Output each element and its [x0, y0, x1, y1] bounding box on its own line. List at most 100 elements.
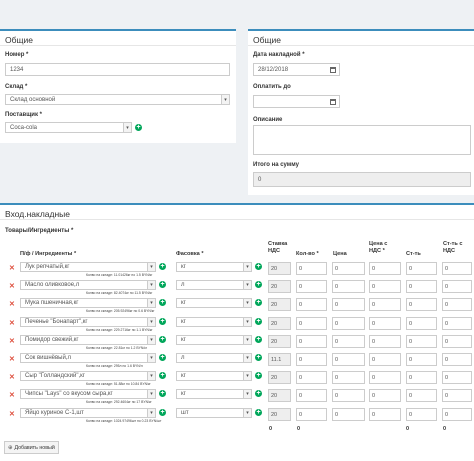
qty-input[interactable]: 0 [296, 280, 327, 293]
package-select[interactable]: кг ▾ [176, 262, 252, 272]
product-select[interactable]: Мука пшеничная,кг ▾ [20, 298, 156, 308]
qty-input[interactable]: 0 [296, 389, 327, 402]
cost-vat-input[interactable]: 0 [442, 353, 472, 366]
cost-input[interactable]: 0 [406, 408, 437, 421]
product-select[interactable]: Печенье "Бонапарт",кг ▾ [20, 317, 156, 327]
cost-vat-input[interactable]: 0 [442, 317, 472, 330]
product-select[interactable]: Яйцо куриное С-1,шт ▾ [20, 408, 156, 418]
add-package-icon[interactable]: + [255, 299, 262, 306]
qty-input[interactable]: 0 [296, 353, 327, 366]
remove-row-icon[interactable]: ✕ [9, 301, 15, 308]
add-package-icon[interactable]: + [255, 263, 262, 270]
price-vat-input[interactable]: 0 [369, 353, 401, 366]
number-input[interactable]: 1234 [5, 63, 230, 76]
cost-input[interactable]: 0 [406, 335, 437, 348]
cost-input[interactable]: 0 [406, 353, 437, 366]
cost-input[interactable]: 0 [406, 280, 437, 293]
price-vat-input[interactable]: 0 [369, 298, 401, 311]
remove-row-icon[interactable]: ✕ [9, 411, 15, 418]
qty-input[interactable]: 0 [296, 408, 327, 421]
product-select[interactable]: Помидор свежий,кг ▾ [20, 335, 156, 345]
warehouse-select[interactable]: Склад основной ▾ [5, 94, 230, 105]
add-package-icon[interactable]: + [255, 336, 262, 343]
price-vat-input[interactable]: 0 [369, 262, 401, 275]
remove-row-icon[interactable]: ✕ [9, 374, 15, 381]
add-product-icon[interactable]: + [159, 354, 166, 361]
package-select[interactable]: кг ▾ [176, 317, 252, 327]
price-vat-input[interactable]: 0 [369, 335, 401, 348]
remove-row-icon[interactable]: ✕ [9, 338, 15, 345]
price-input[interactable]: 0 [332, 371, 365, 384]
supplier-select[interactable]: Coca-cola ▾ [5, 122, 132, 133]
package-select[interactable]: кг ▾ [176, 335, 252, 345]
add-package-icon[interactable]: + [255, 372, 262, 379]
price-input[interactable]: 0 [332, 408, 365, 421]
price-vat-input[interactable]: 0 [369, 408, 401, 421]
cost-input[interactable]: 0 [406, 317, 437, 330]
qty-input[interactable]: 0 [296, 317, 327, 330]
package-select[interactable]: шт ▾ [176, 408, 252, 418]
qty-input[interactable]: 0 [296, 335, 327, 348]
cost-input[interactable]: 0 [406, 298, 437, 311]
remove-row-icon[interactable]: ✕ [9, 283, 15, 290]
add-product-icon[interactable]: + [159, 263, 166, 270]
product-select[interactable]: Масло оливковое,л ▾ [20, 280, 156, 290]
cost-vat-input[interactable]: 0 [442, 298, 472, 311]
add-supplier-icon[interactable]: + [135, 124, 142, 131]
qty-input[interactable]: 0 [296, 298, 327, 311]
qty-input[interactable]: 0 [296, 262, 327, 275]
price-input[interactable]: 0 [332, 298, 365, 311]
add-package-icon[interactable]: + [255, 390, 262, 397]
date-input[interactable]: 28/12/2018 [253, 63, 340, 76]
product-select[interactable]: Лук репчатый,кг ▾ [20, 262, 156, 272]
add-product-icon[interactable]: + [159, 409, 166, 416]
paydate-input[interactable] [253, 95, 340, 108]
cost-vat-input[interactable]: 0 [442, 389, 472, 402]
product-select[interactable]: Сок вишнёвый,л ▾ [20, 353, 156, 363]
cost-vat-input[interactable]: 0 [442, 335, 472, 348]
package-select[interactable]: кг ▾ [176, 371, 252, 381]
product-select[interactable]: Сыр "Голландский",кг ▾ [20, 371, 156, 381]
price-input[interactable]: 0 [332, 353, 365, 366]
add-product-icon[interactable]: + [159, 372, 166, 379]
remove-row-icon[interactable]: ✕ [9, 320, 15, 327]
cost-vat-input[interactable]: 0 [442, 408, 472, 421]
calendar-icon[interactable] [330, 66, 336, 73]
price-input[interactable]: 0 [332, 317, 365, 330]
add-package-icon[interactable]: + [255, 409, 262, 416]
add-product-icon[interactable]: + [159, 299, 166, 306]
cost-vat-input[interactable]: 0 [442, 280, 472, 293]
add-package-icon[interactable]: + [255, 281, 262, 288]
price-vat-input[interactable]: 0 [369, 389, 401, 402]
add-product-icon[interactable]: + [159, 318, 166, 325]
calendar-icon[interactable] [330, 98, 336, 105]
cost-input[interactable]: 0 [406, 262, 437, 275]
cost-input[interactable]: 0 [406, 389, 437, 402]
qty-input[interactable]: 0 [296, 371, 327, 384]
price-vat-input[interactable]: 0 [369, 280, 401, 293]
package-select[interactable]: кг ▾ [176, 389, 252, 399]
package-select[interactable]: л ▾ [176, 280, 252, 290]
price-input[interactable]: 0 [332, 262, 365, 275]
add-product-icon[interactable]: + [159, 390, 166, 397]
price-vat-input[interactable]: 0 [369, 371, 401, 384]
price-input[interactable]: 0 [332, 335, 365, 348]
product-select[interactable]: Чипсы "Lays" со вкусом сыра,кг ▾ [20, 389, 156, 399]
price-input[interactable]: 0 [332, 389, 365, 402]
add-package-icon[interactable]: + [255, 354, 262, 361]
package-select[interactable]: л ▾ [176, 353, 252, 363]
cost-input[interactable]: 0 [406, 371, 437, 384]
remove-row-icon[interactable]: ✕ [9, 265, 15, 272]
add-row-button[interactable]: ⊕ Добавить новый [4, 441, 59, 454]
price-vat-input[interactable]: 0 [369, 317, 401, 330]
cost-vat-input[interactable]: 0 [442, 262, 472, 275]
price-input[interactable]: 0 [332, 280, 365, 293]
add-product-icon[interactable]: + [159, 281, 166, 288]
cost-vat-input[interactable]: 0 [442, 371, 472, 384]
add-package-icon[interactable]: + [255, 318, 262, 325]
description-textarea[interactable] [253, 125, 471, 155]
remove-row-icon[interactable]: ✕ [9, 392, 15, 399]
package-select[interactable]: кг ▾ [176, 298, 252, 308]
add-product-icon[interactable]: + [159, 336, 166, 343]
remove-row-icon[interactable]: ✕ [9, 356, 15, 363]
